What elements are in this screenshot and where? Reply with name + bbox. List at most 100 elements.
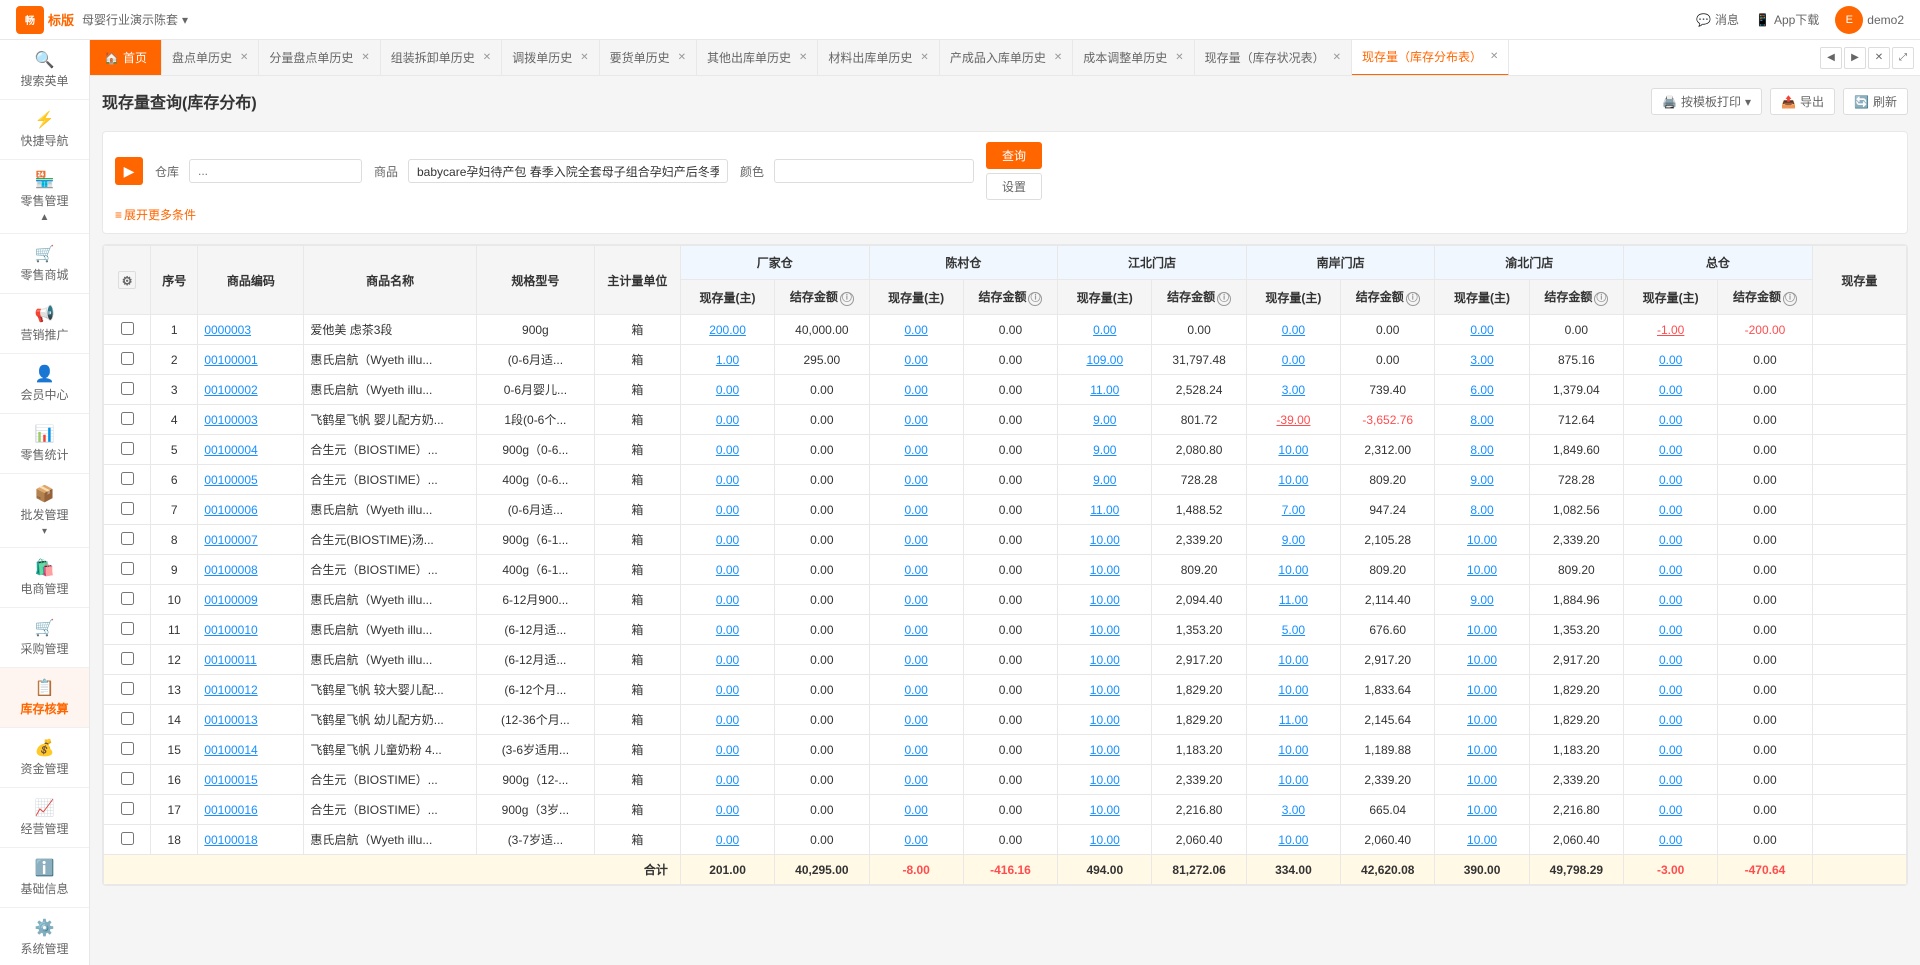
row-yuibei-stock[interactable]: 6.00 [1435, 375, 1529, 405]
tab-inv-dist-close[interactable]: ✕ [1490, 51, 1498, 62]
tab-transfer[interactable]: 调拨单历史 ✕ [502, 40, 599, 76]
row-checkbox[interactable] [104, 765, 151, 795]
industry-selector[interactable]: 母婴行业演示陈套 ▾ [82, 11, 188, 28]
row-factory-stock[interactable]: 0.00 [680, 825, 774, 855]
row-code[interactable]: 00100015 [198, 765, 304, 795]
row-yuibei-stock[interactable]: 10.00 [1435, 615, 1529, 645]
row-chenmen-stock[interactable]: 0.00 [869, 825, 963, 855]
row-factory-stock[interactable]: 0.00 [680, 765, 774, 795]
tab-next-button[interactable]: ▶ [1844, 47, 1866, 69]
row-checkbox[interactable] [104, 315, 151, 345]
row-factory-stock[interactable]: 0.00 [680, 675, 774, 705]
row-checkbox[interactable] [104, 825, 151, 855]
row-code[interactable]: 0000003 [198, 315, 304, 345]
row-yuibei-stock[interactable]: 9.00 [1435, 585, 1529, 615]
row-nanan-stock[interactable]: 10.00 [1246, 735, 1340, 765]
row-nanan-stock[interactable]: 10.00 [1246, 435, 1340, 465]
row-nanan-stock[interactable]: -39.00 [1246, 405, 1340, 435]
row-nanan-stock[interactable]: 9.00 [1246, 525, 1340, 555]
row-yuibei-stock[interactable]: 10.00 [1435, 825, 1529, 855]
tab-transfer-close[interactable]: ✕ [580, 52, 588, 63]
row-yuibei-stock[interactable]: 0.00 [1435, 315, 1529, 345]
row-checkbox[interactable] [104, 615, 151, 645]
row-chenmen-stock[interactable]: 0.00 [869, 675, 963, 705]
row-yuibei-stock[interactable]: 10.00 [1435, 795, 1529, 825]
row-total-stock[interactable]: 0.00 [1624, 825, 1718, 855]
row-factory-stock[interactable]: 0.00 [680, 375, 774, 405]
row-code[interactable]: 00100007 [198, 525, 304, 555]
row-chenmen-stock[interactable]: 0.00 [869, 795, 963, 825]
tab-requisition[interactable]: 要货单历史 ✕ [600, 40, 697, 76]
info-icon-4[interactable]: ⓘ [1406, 292, 1420, 306]
row-nanan-stock[interactable]: 5.00 [1246, 615, 1340, 645]
sidebar-item-inventory[interactable]: 📋 库存核算 [0, 668, 89, 728]
row-chenmen-stock[interactable]: 0.00 [869, 735, 963, 765]
row-factory-stock[interactable]: 0.00 [680, 795, 774, 825]
sidebar-item-retail[interactable]: 🏪 零售管理 ▲ [0, 160, 89, 234]
row-nanan-stock[interactable]: 10.00 [1246, 465, 1340, 495]
row-jiangbei-stock[interactable]: 10.00 [1058, 735, 1152, 765]
tab-material-close[interactable]: ✕ [920, 52, 928, 63]
row-factory-stock[interactable]: 0.00 [680, 615, 774, 645]
row-check[interactable] [121, 772, 134, 785]
row-checkbox[interactable] [104, 585, 151, 615]
row-chenmen-stock[interactable]: 0.00 [869, 405, 963, 435]
tab-stocktake[interactable]: 盘点单历史 ✕ [162, 40, 259, 76]
tab-other-out[interactable]: 其他出库单历史 ✕ [697, 40, 818, 76]
row-factory-stock[interactable]: 200.00 [680, 315, 774, 345]
row-yuibei-stock[interactable]: 8.00 [1435, 435, 1529, 465]
row-check[interactable] [121, 532, 134, 545]
row-total-stock[interactable]: 0.00 [1624, 585, 1718, 615]
row-jiangbei-stock[interactable]: 9.00 [1058, 435, 1152, 465]
sidebar-item-member[interactable]: 👤 会员中心 [0, 354, 89, 414]
row-jiangbei-stock[interactable]: 10.00 [1058, 675, 1152, 705]
row-jiangbei-stock[interactable]: 10.00 [1058, 795, 1152, 825]
row-checkbox[interactable] [104, 525, 151, 555]
row-factory-stock[interactable]: 0.00 [680, 495, 774, 525]
row-yuibei-stock[interactable]: 9.00 [1435, 465, 1529, 495]
row-jiangbei-stock[interactable]: 10.00 [1058, 645, 1152, 675]
tab-product-in[interactable]: 产成品入库单历史 ✕ [940, 40, 1073, 76]
row-checkbox[interactable] [104, 435, 151, 465]
row-jiangbei-stock[interactable]: 10.00 [1058, 525, 1152, 555]
refresh-button[interactable]: 🔄 刷新 [1843, 88, 1908, 115]
row-nanan-stock[interactable]: 10.00 [1246, 555, 1340, 585]
row-total-stock[interactable]: 0.00 [1624, 645, 1718, 675]
row-check[interactable] [121, 712, 134, 725]
row-code[interactable]: 00100006 [198, 495, 304, 525]
row-check[interactable] [121, 322, 134, 335]
row-yuibei-stock[interactable]: 8.00 [1435, 405, 1529, 435]
row-code[interactable]: 00100003 [198, 405, 304, 435]
app-download-button[interactable]: 📱 App下载 [1755, 11, 1819, 28]
row-checkbox[interactable] [104, 495, 151, 525]
row-yuibei-stock[interactable]: 10.00 [1435, 735, 1529, 765]
row-check[interactable] [121, 562, 134, 575]
row-code[interactable]: 00100010 [198, 615, 304, 645]
row-chenmen-stock[interactable]: 0.00 [869, 615, 963, 645]
export-button[interactable]: 📤 导出 [1770, 88, 1835, 115]
tab-material-out[interactable]: 材料出库单历史 ✕ [818, 40, 939, 76]
tab-product-close[interactable]: ✕ [1054, 52, 1062, 63]
row-check[interactable] [121, 502, 134, 515]
row-jiangbei-stock[interactable]: 10.00 [1058, 615, 1152, 645]
row-yuibei-stock[interactable]: 10.00 [1435, 765, 1529, 795]
tab-split-stocktake[interactable]: 分量盘点单历史 ✕ [259, 40, 380, 76]
info-icon-3[interactable]: ⓘ [1217, 292, 1231, 306]
row-code[interactable]: 00100014 [198, 735, 304, 765]
tab-req-close[interactable]: ✕ [678, 52, 686, 63]
row-chenmen-stock[interactable]: 0.00 [869, 435, 963, 465]
row-code[interactable]: 00100011 [198, 645, 304, 675]
row-yuibei-stock[interactable]: 10.00 [1435, 525, 1529, 555]
row-total-stock[interactable]: 0.00 [1624, 675, 1718, 705]
row-total-stock[interactable]: 0.00 [1624, 795, 1718, 825]
row-checkbox[interactable] [104, 345, 151, 375]
row-code[interactable]: 00100016 [198, 795, 304, 825]
tab-inv-status-close[interactable]: ✕ [1333, 52, 1341, 63]
row-check[interactable] [121, 832, 134, 845]
tab-cost-adjust[interactable]: 成本调整单历史 ✕ [1073, 40, 1194, 76]
row-yuibei-stock[interactable]: 10.00 [1435, 645, 1529, 675]
row-code[interactable]: 00100008 [198, 555, 304, 585]
print-button[interactable]: 🖨️ 按模板打印 ▾ [1651, 88, 1762, 115]
row-check[interactable] [121, 802, 134, 815]
row-nanan-stock[interactable]: 10.00 [1246, 645, 1340, 675]
